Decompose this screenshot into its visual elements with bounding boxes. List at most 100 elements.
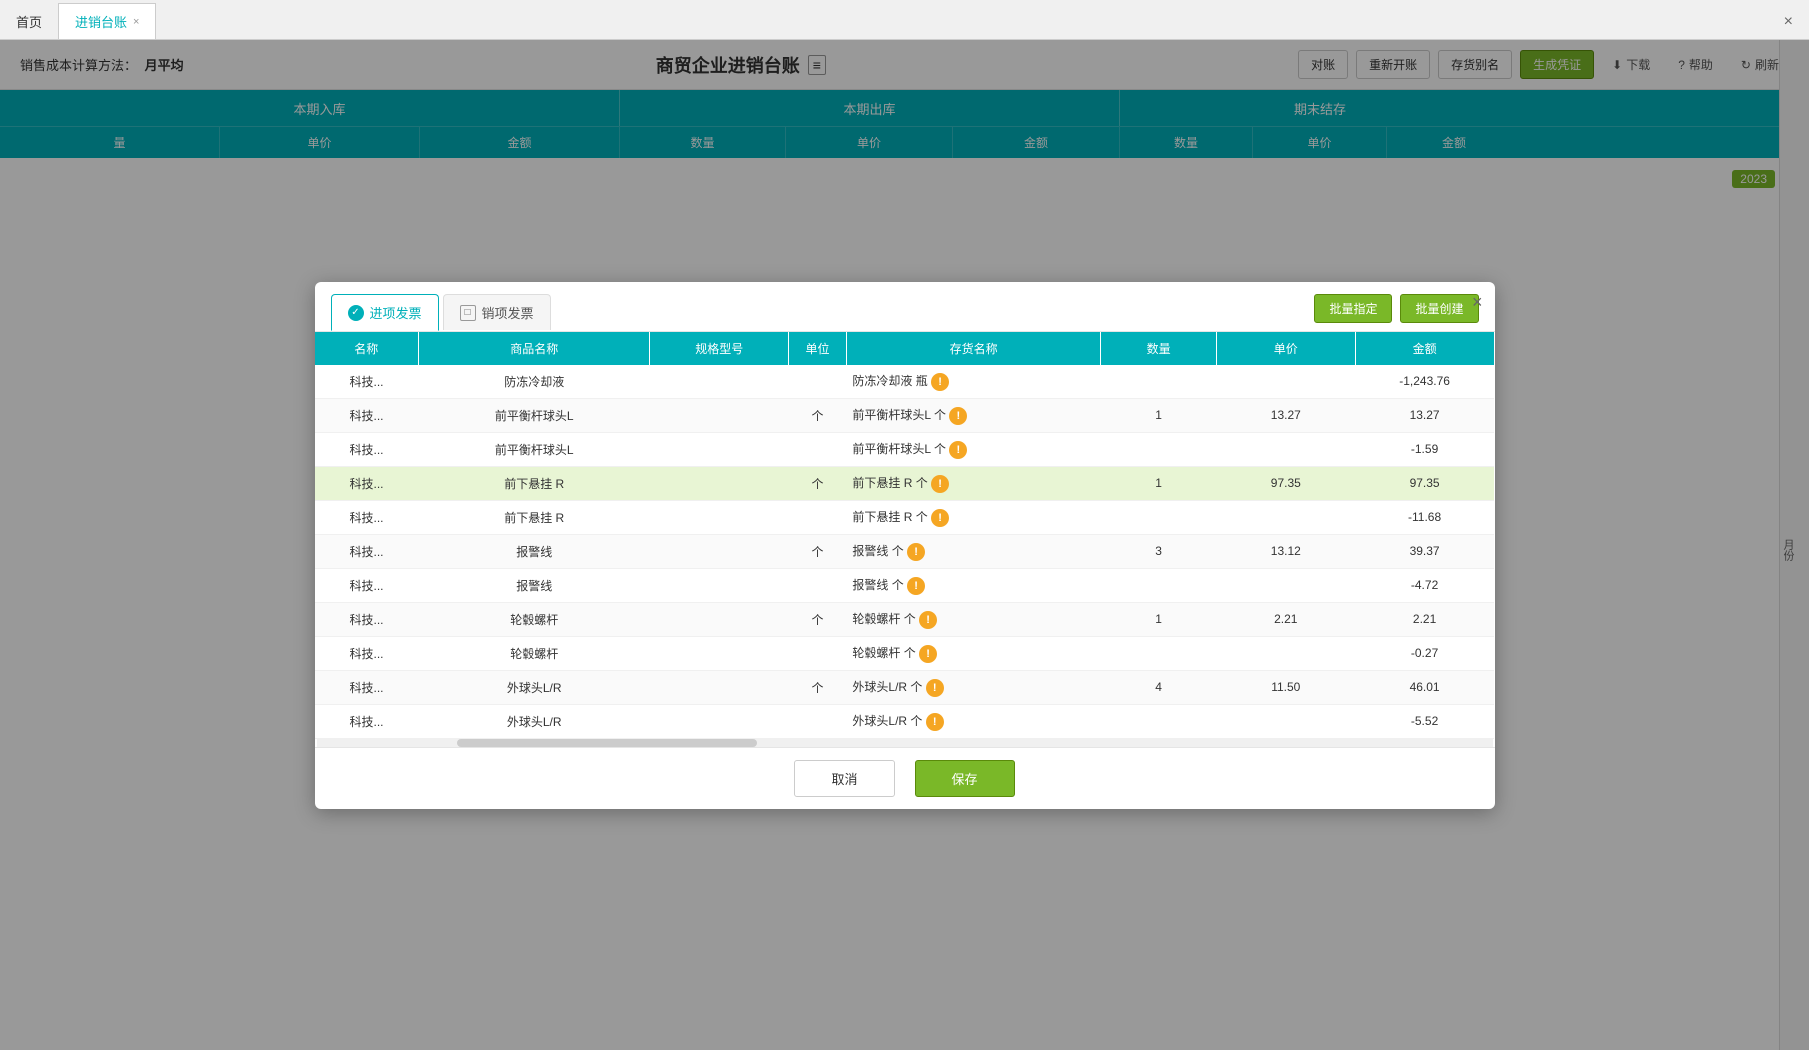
cell-price: 2.21 [1216, 602, 1355, 636]
cell-name: 科技... [315, 602, 419, 636]
cell-unit: 个 [789, 534, 847, 568]
inventory-text: 轮毂螺杆 个 [852, 612, 915, 626]
inventory-text: 前平衡杆球头L 个 [852, 442, 946, 456]
window-close-icon[interactable]: × [1768, 5, 1809, 39]
table-row: 科技...报警线 个报警线 个 !313.1239.37 [315, 534, 1495, 568]
table-row: 科技...前下悬挂 R 前下悬挂 R 个 ! -11.68 [315, 500, 1495, 534]
tab-outgoing-invoice[interactable]: □ 销项发票 [443, 294, 551, 330]
cell-unit [789, 500, 847, 534]
th-product: 商品名称 [419, 332, 650, 365]
cell-inventory: 前下悬挂 R 个 ! [846, 500, 1100, 534]
th-inventory: 存货名称 [846, 332, 1100, 365]
cell-price [1216, 568, 1355, 602]
cell-qty: 1 [1101, 602, 1217, 636]
table-row: 科技...防冻冷却液防冻冷却液 瓶 !-1,243.76 [315, 365, 1495, 399]
cell-qty [1101, 432, 1217, 466]
cell-qty [1101, 568, 1217, 602]
batch-create-button[interactable]: 批量创建 [1400, 294, 1478, 323]
warning-icon: ! [926, 713, 944, 731]
cell-inventory: 前下悬挂 R 个 ! [846, 466, 1100, 500]
warning-icon: ! [949, 407, 967, 425]
modal-dialog: ✓ 进项发票 □ 销项发票 批量指定 批量创建 × 名称 [315, 282, 1495, 809]
cell-spec [650, 704, 789, 738]
cell-name: 科技... [315, 500, 419, 534]
cell-inventory: 防冻冷却液 瓶 ! [846, 365, 1100, 399]
cell-spec [650, 432, 789, 466]
modal-header-actions: 批量指定 批量创建 [1314, 294, 1478, 331]
cell-unit [789, 636, 847, 670]
cell-product: 轮毂螺杆 [419, 602, 650, 636]
table-row: 科技...外球头L/R 外球头L/R 个 ! -5.52 [315, 704, 1495, 738]
inventory-text: 外球头L/R 个 [852, 714, 922, 728]
th-amount: 金额 [1355, 332, 1494, 365]
cell-qty [1101, 500, 1217, 534]
tab-home[interactable]: 首页 [0, 4, 58, 39]
cell-price [1216, 500, 1355, 534]
table-row: 科技...前下悬挂 R个前下悬挂 R 个 !197.3597.35 [315, 466, 1495, 500]
cell-qty: 3 [1101, 534, 1217, 568]
warning-icon: ! [907, 577, 925, 595]
inventory-text: 前下悬挂 R 个 [852, 476, 927, 490]
batch-assign-button[interactable]: 批量指定 [1314, 294, 1392, 323]
cell-amount: -4.72 [1355, 568, 1494, 602]
cell-name: 科技... [315, 704, 419, 738]
cell-name: 科技... [315, 534, 419, 568]
cell-amount: -0.27 [1355, 636, 1494, 670]
cell-product: 报警线 [419, 534, 650, 568]
cell-product: 外球头L/R [419, 670, 650, 704]
cell-qty [1101, 365, 1217, 399]
modal-close-button[interactable]: × [1472, 292, 1483, 313]
inventory-text: 防冻冷却液 瓶 [852, 374, 927, 388]
top-tab-bar: 首页 进销台账 × × [0, 0, 1809, 40]
cell-price: 97.35 [1216, 466, 1355, 500]
warning-icon: ! [931, 475, 949, 493]
cell-amount: -11.68 [1355, 500, 1494, 534]
modal-footer: 取消 保存 [315, 747, 1495, 809]
warning-icon: ! [907, 543, 925, 561]
modal-overlay: ✓ 进项发票 □ 销项发票 批量指定 批量创建 × 名称 [0, 40, 1809, 1050]
cancel-button[interactable]: 取消 [794, 760, 894, 797]
cell-name: 科技... [315, 365, 419, 399]
warning-icon: ! [949, 441, 967, 459]
cell-amount: -1.59 [1355, 432, 1494, 466]
outgoing-tab-label: 销项发票 [482, 303, 534, 322]
warning-icon: ! [926, 679, 944, 697]
cell-spec [650, 365, 789, 399]
cell-price [1216, 365, 1355, 399]
cell-spec [650, 398, 789, 432]
table-row: 科技...报警线报警线 个 !-4.72 [315, 568, 1495, 602]
tab-incoming-invoice[interactable]: ✓ 进项发票 [331, 294, 439, 331]
cell-amount: 39.37 [1355, 534, 1494, 568]
cell-name: 科技... [315, 670, 419, 704]
cell-amount: 46.01 [1355, 670, 1494, 704]
table-row: 科技...前平衡杆球头L前平衡杆球头L 个 !-1.59 [315, 432, 1495, 466]
cell-product: 外球头L/R [419, 704, 650, 738]
cell-qty: 1 [1101, 466, 1217, 500]
cell-unit [789, 365, 847, 399]
tab-close-icon[interactable]: × [133, 16, 139, 28]
inventory-text: 前下悬挂 R 个 [852, 510, 927, 524]
th-spec: 规格型号 [650, 332, 789, 365]
warning-icon: ! [919, 645, 937, 663]
cell-inventory: 报警线 个 ! [846, 568, 1100, 602]
cell-inventory: 外球头L/R 个 ! [846, 670, 1100, 704]
cell-name: 科技... [315, 398, 419, 432]
cell-inventory: 前平衡杆球头L 个 ! [846, 398, 1100, 432]
cell-spec [650, 602, 789, 636]
cell-amount: 13.27 [1355, 398, 1494, 432]
cell-product: 轮毂螺杆 [419, 636, 650, 670]
cell-product: 前下悬挂 R [419, 500, 650, 534]
cell-amount: -5.52 [1355, 704, 1494, 738]
cell-inventory: 报警线 个 ! [846, 534, 1100, 568]
horizontal-scrollbar[interactable] [317, 739, 1493, 747]
cell-qty [1101, 704, 1217, 738]
cell-name: 科技... [315, 568, 419, 602]
tab-active[interactable]: 进销台账 × [58, 3, 156, 39]
warning-icon: ! [931, 373, 949, 391]
cell-unit [789, 432, 847, 466]
cell-product: 前平衡杆球头L [419, 432, 650, 466]
incoming-tab-label: 进项发票 [370, 303, 422, 322]
save-button[interactable]: 保存 [915, 760, 1015, 797]
tab-active-label: 进销台账 [75, 12, 127, 31]
cell-price: 13.12 [1216, 534, 1355, 568]
